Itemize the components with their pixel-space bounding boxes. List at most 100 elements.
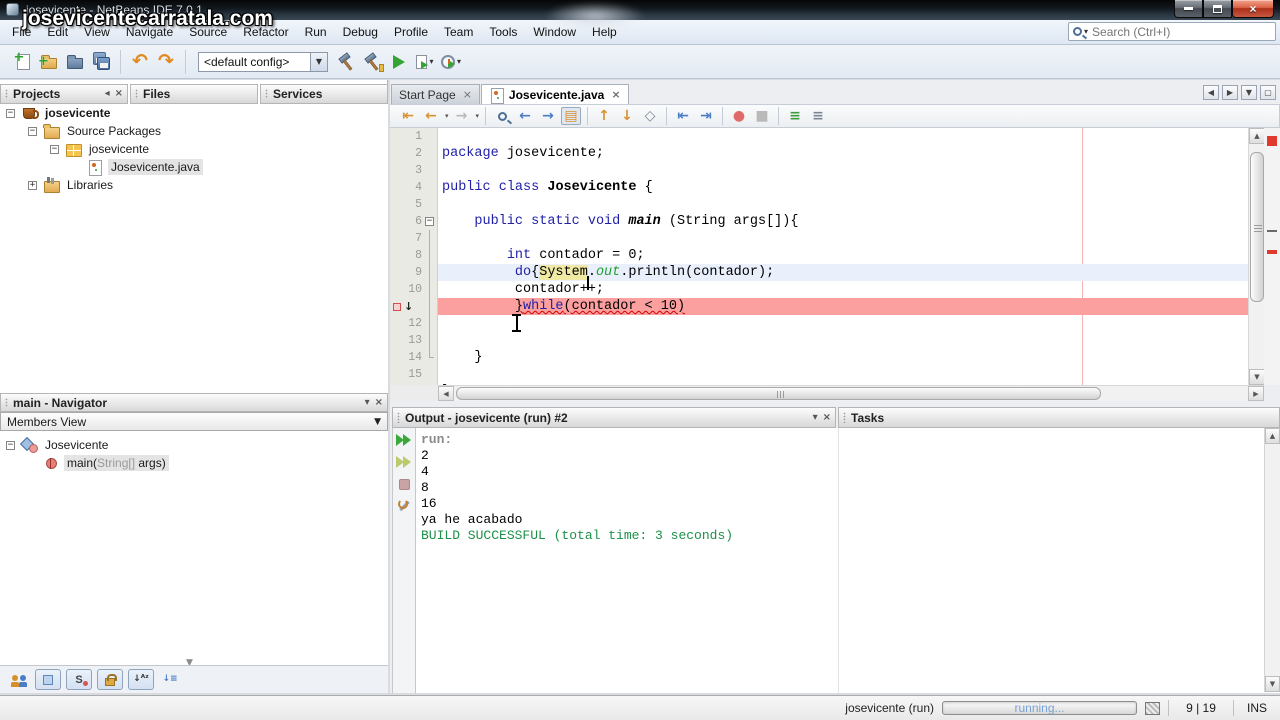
close-tab-icon[interactable]: × [463, 89, 472, 100]
tree-expander-icon[interactable]: + [28, 180, 37, 190]
fold-margin[interactable] [424, 145, 438, 162]
code-line[interactable]: 6− public static void main (String args[… [390, 213, 1248, 230]
scrollbar-thumb[interactable] [456, 387, 1101, 400]
search-input[interactable] [1092, 24, 1271, 39]
close-panel-icon[interactable]: × [115, 89, 123, 99]
open-project-button[interactable] [63, 50, 87, 74]
fold-margin[interactable] [424, 230, 438, 247]
maximize-button[interactable] [1203, 0, 1232, 18]
code-line[interactable]: 15 [390, 366, 1248, 383]
new-project-button[interactable]: + [37, 50, 61, 74]
process-list-icon[interactable] [1145, 701, 1160, 715]
stop-macro-icon[interactable]: ■ [752, 107, 772, 125]
fold-margin[interactable] [424, 315, 438, 332]
comment-icon[interactable]: ≡ [785, 107, 805, 125]
toggle-highlight-icon[interactable]: ▤ [561, 107, 582, 125]
save-all-button[interactable] [89, 50, 113, 74]
progress-bar[interactable]: running... [942, 701, 1137, 715]
scroll-up-icon[interactable]: ▲ [1265, 428, 1280, 444]
tree-expander-icon[interactable]: − [50, 144, 59, 154]
scroll-tabs-left-icon[interactable]: ◀ [1203, 85, 1219, 100]
error-gutter-annotation[interactable]: ↓ [390, 298, 424, 315]
fold-margin[interactable]: − [424, 213, 438, 230]
code-text[interactable] [438, 230, 1248, 247]
run-button[interactable] [387, 50, 411, 74]
close-button[interactable]: × [1232, 0, 1274, 18]
rerun-button[interactable] [394, 430, 414, 450]
code-line[interactable]: 10 contador++; [390, 281, 1248, 298]
code-text[interactable] [438, 332, 1248, 349]
code-line[interactable]: 3 [390, 162, 1248, 179]
next-bookmark-icon[interactable]: ↓ [617, 107, 637, 125]
code-line[interactable]: 8 int contador = 0; [390, 247, 1248, 264]
previous-bookmark-icon[interactable]: ↑ [594, 107, 614, 125]
dock-icon[interactable]: ◂ [105, 89, 110, 99]
shift-left-icon[interactable]: ⇤ [673, 107, 693, 125]
tasks-scrollbar[interactable]: ▲ ▼ [1264, 428, 1280, 692]
shift-right-icon[interactable]: ⇥ [696, 107, 716, 125]
fold-margin[interactable] [424, 281, 438, 298]
menu-item-tools[interactable]: Tools [481, 22, 525, 42]
tree-item-josevicente[interactable]: − josevicente [0, 104, 388, 122]
start-macro-icon[interactable]: ● [729, 107, 749, 125]
output-header[interactable]: Output - josevicente (run) #2 ▾ × [392, 407, 836, 428]
code-editor[interactable]: 1 2 package josevicente; 3 4 public class Jos… [390, 128, 1280, 385]
menu-item-profile[interactable]: Profile [386, 22, 436, 42]
sort-alphabetically-button[interactable]: ↓ᴬᶻ [128, 669, 154, 690]
redo-button[interactable]: ↷ [154, 50, 178, 74]
find-icon[interactable] [492, 107, 512, 125]
scroll-down-icon[interactable]: ▼ [1265, 676, 1280, 692]
tree-expander-icon[interactable]: − [28, 126, 37, 136]
show-inherited-members-icon[interactable] [8, 669, 30, 690]
code-text[interactable]: } [438, 349, 1248, 366]
scrollbar-thumb[interactable] [1250, 152, 1264, 302]
code-text[interactable]: public class Josevicente { [438, 179, 1248, 196]
forward-icon[interactable]: → [452, 107, 472, 125]
error-stripe-error-mark[interactable] [1267, 250, 1277, 254]
scroll-down-icon[interactable]: ▼ [1249, 369, 1265, 385]
config-combobox[interactable]: <default config> ▼ [198, 51, 328, 72]
code-text[interactable] [438, 366, 1248, 383]
fold-margin[interactable] [424, 162, 438, 179]
code-text[interactable]: do{System.out.println(contador); [438, 264, 1248, 290]
minimize-panel-icon[interactable]: ▾ [813, 412, 818, 423]
menu-item-debug[interactable]: Debug [335, 22, 386, 42]
tab-list-icon[interactable]: ▼ [1241, 85, 1257, 100]
navigator-item[interactable]: main(String[] args) [0, 454, 388, 472]
menu-item-run[interactable]: Run [297, 22, 335, 42]
clean-build-button[interactable] [361, 50, 385, 74]
scroll-tabs-right-icon[interactable]: ▶ [1222, 85, 1238, 100]
code-line[interactable]: 14 } [390, 349, 1248, 366]
code-line[interactable]: 7 [390, 230, 1248, 247]
menu-item-team[interactable]: Team [436, 22, 481, 42]
show-fields-button[interactable] [35, 669, 61, 690]
navigator-item[interactable]: − Josevicente [0, 436, 388, 454]
code-text[interactable] [438, 315, 1248, 332]
close-tab-icon[interactable]: × [611, 89, 620, 100]
code-line[interactable]: 5 [390, 196, 1248, 213]
scroll-left-icon[interactable]: ◀ [438, 386, 454, 401]
editor-horizontal-scrollbar[interactable]: ◀ ▶ [438, 385, 1264, 401]
profile-button[interactable]: ▾ [439, 50, 463, 74]
code-text[interactable]: package josevicente; [438, 145, 1248, 162]
tab-josevicente-java[interactable]: Josevicente.java × [480, 84, 629, 104]
debug-button[interactable]: ▾ [413, 50, 437, 74]
code-text[interactable] [438, 128, 1248, 145]
minimize-panel-icon[interactable]: ▾ [365, 397, 370, 408]
tab-services[interactable]: Services [260, 84, 388, 104]
maximize-editor-icon[interactable]: ▢ [1260, 85, 1276, 100]
show-non-public-button[interactable] [97, 669, 123, 690]
tree-expander-icon[interactable]: − [6, 440, 15, 450]
last-edit-icon[interactable]: ⇤ [398, 107, 418, 125]
fold-margin[interactable] [424, 196, 438, 213]
back-icon[interactable]: ← [421, 107, 441, 125]
tree-expander-icon[interactable]: − [6, 108, 15, 118]
find-next-icon[interactable]: → [538, 107, 558, 125]
code-text[interactable]: public static void main (String args[]){ [438, 213, 1248, 230]
code-text[interactable]: } [438, 383, 1248, 385]
fold-margin[interactable] [424, 349, 438, 366]
close-panel-icon[interactable]: × [375, 397, 383, 408]
build-button[interactable] [335, 50, 359, 74]
fold-collapse-icon[interactable]: − [425, 217, 434, 226]
show-static-members-button[interactable]: S [66, 669, 92, 690]
